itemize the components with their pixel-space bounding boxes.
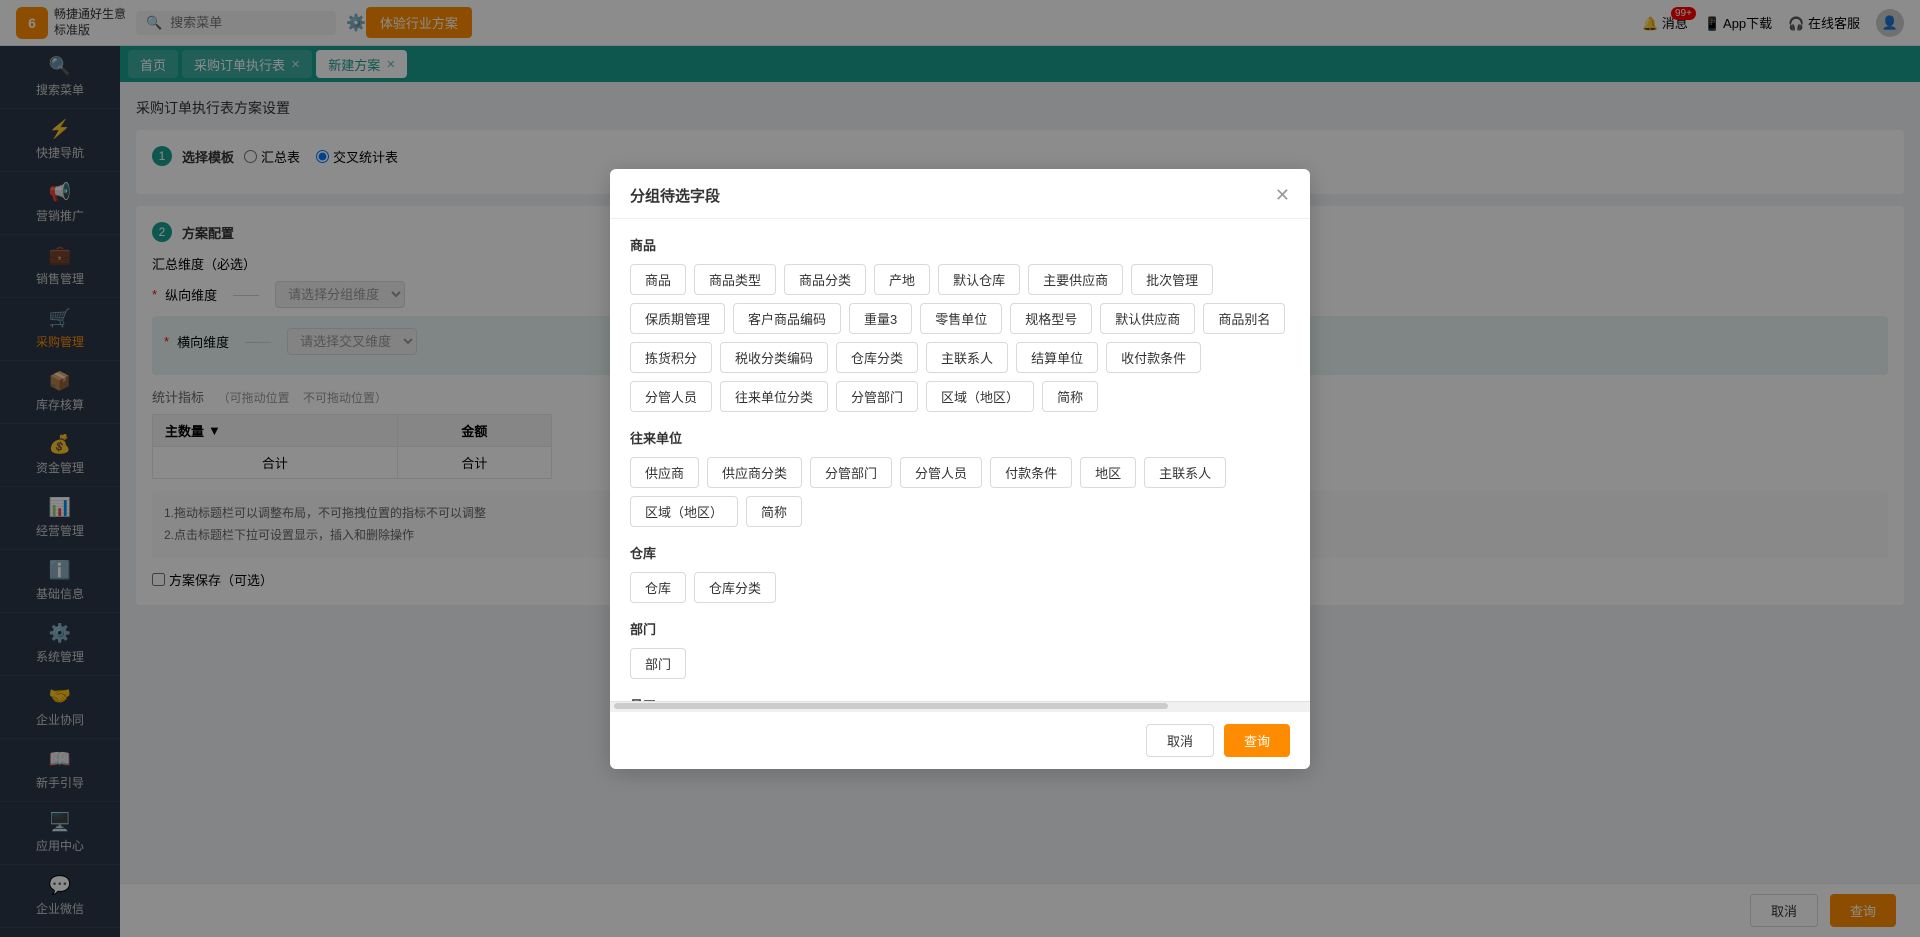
field-group-仓库: 仓库仓库仓库分类: [630, 543, 1290, 603]
field-tags: 部门: [630, 648, 1290, 679]
field-group-员工: 员工业务员: [630, 695, 1290, 702]
field-tag[interactable]: 供应商分类: [707, 457, 802, 488]
field-tags: 仓库仓库分类: [630, 572, 1290, 603]
modal-close-btn[interactable]: ✕: [1275, 185, 1290, 206]
field-tag[interactable]: 部门: [630, 648, 686, 679]
field-tag[interactable]: 仓库分类: [836, 342, 918, 373]
field-tag[interactable]: 结算单位: [1016, 342, 1098, 373]
field-tag[interactable]: 简称: [746, 496, 802, 527]
field-tag[interactable]: 主联系人: [926, 342, 1008, 373]
field-tags: 商品商品类型商品分类产地默认仓库主要供应商批次管理保质期管理客户商品编码重量3 零…: [630, 264, 1290, 412]
field-tag[interactable]: 产地: [874, 264, 930, 295]
field-group-往来单位: 往来单位供应商供应商分类分管部门分管人员付款条件地区主联系人区域（地区） 简称: [630, 428, 1290, 527]
field-select-modal: 分组待选字段 ✕ 商品商品商品类型商品分类产地默认仓库主要供应商批次管理保质期管…: [610, 169, 1310, 769]
modal-confirm-btn[interactable]: 查询: [1224, 724, 1290, 757]
field-tag[interactable]: 客户商品编码: [733, 303, 841, 334]
field-tag[interactable]: 重量3: [849, 303, 912, 334]
field-tag[interactable]: 区域（地区）: [630, 496, 738, 527]
field-tag[interactable]: 默认仓库: [938, 264, 1020, 295]
field-tag[interactable]: 往来单位分类: [720, 381, 828, 412]
field-tag[interactable]: 税收分类编码: [720, 342, 828, 373]
modal-overlay: 分组待选字段 ✕ 商品商品商品类型商品分类产地默认仓库主要供应商批次管理保质期管…: [0, 0, 1920, 937]
field-tag[interactable]: 主联系人: [1144, 457, 1226, 488]
modal-title: 分组待选字段: [630, 185, 720, 206]
field-tag[interactable]: 供应商: [630, 457, 699, 488]
modal-header: 分组待选字段 ✕: [610, 169, 1310, 219]
group-title: 部门: [630, 619, 1290, 638]
field-tag[interactable]: 区域（地区）: [926, 381, 1034, 412]
modal-hscroll[interactable]: [610, 701, 1310, 710]
field-tag[interactable]: 默认供应商: [1100, 303, 1195, 334]
field-tag[interactable]: 批次管理: [1131, 264, 1213, 295]
field-tag[interactable]: 商品分类: [784, 264, 866, 295]
field-tag[interactable]: 保质期管理: [630, 303, 725, 334]
field-tag[interactable]: 简称: [1042, 381, 1098, 412]
field-tag[interactable]: 分管人员: [630, 381, 712, 412]
modal-cancel-btn[interactable]: 取消: [1146, 724, 1214, 757]
field-tag[interactable]: 分管部门: [836, 381, 918, 412]
field-tag[interactable]: 商品: [630, 264, 686, 295]
field-tag[interactable]: 分管部门: [810, 457, 892, 488]
group-title: 往来单位: [630, 428, 1290, 447]
field-group-部门: 部门部门: [630, 619, 1290, 679]
group-title: 员工: [630, 695, 1290, 702]
group-title: 商品: [630, 235, 1290, 254]
field-tag[interactable]: 拣货积分: [630, 342, 712, 373]
field-tag[interactable]: 收付款条件: [1106, 342, 1201, 373]
field-tag[interactable]: 仓库: [630, 572, 686, 603]
field-tag[interactable]: 付款条件: [990, 457, 1072, 488]
field-tag[interactable]: 分管人员: [900, 457, 982, 488]
field-tag[interactable]: 地区: [1080, 457, 1136, 488]
field-tags: 供应商供应商分类分管部门分管人员付款条件地区主联系人区域（地区） 简称: [630, 457, 1290, 527]
modal-footer: 取消 查询: [610, 711, 1310, 769]
field-tag[interactable]: 规格型号: [1010, 303, 1092, 334]
field-tag[interactable]: 商品类型: [694, 264, 776, 295]
field-tag[interactable]: 主要供应商: [1028, 264, 1123, 295]
field-tag[interactable]: 仓库分类: [694, 572, 776, 603]
field-tag[interactable]: 商品别名: [1203, 303, 1285, 334]
field-group-商品: 商品商品商品类型商品分类产地默认仓库主要供应商批次管理保质期管理客户商品编码重量…: [630, 235, 1290, 412]
group-title: 仓库: [630, 543, 1290, 562]
hscroll-thumb[interactable]: [614, 703, 1168, 709]
field-tag[interactable]: 零售单位: [920, 303, 1002, 334]
modal-body: 商品商品商品类型商品分类产地默认仓库主要供应商批次管理保质期管理客户商品编码重量…: [610, 219, 1310, 702]
